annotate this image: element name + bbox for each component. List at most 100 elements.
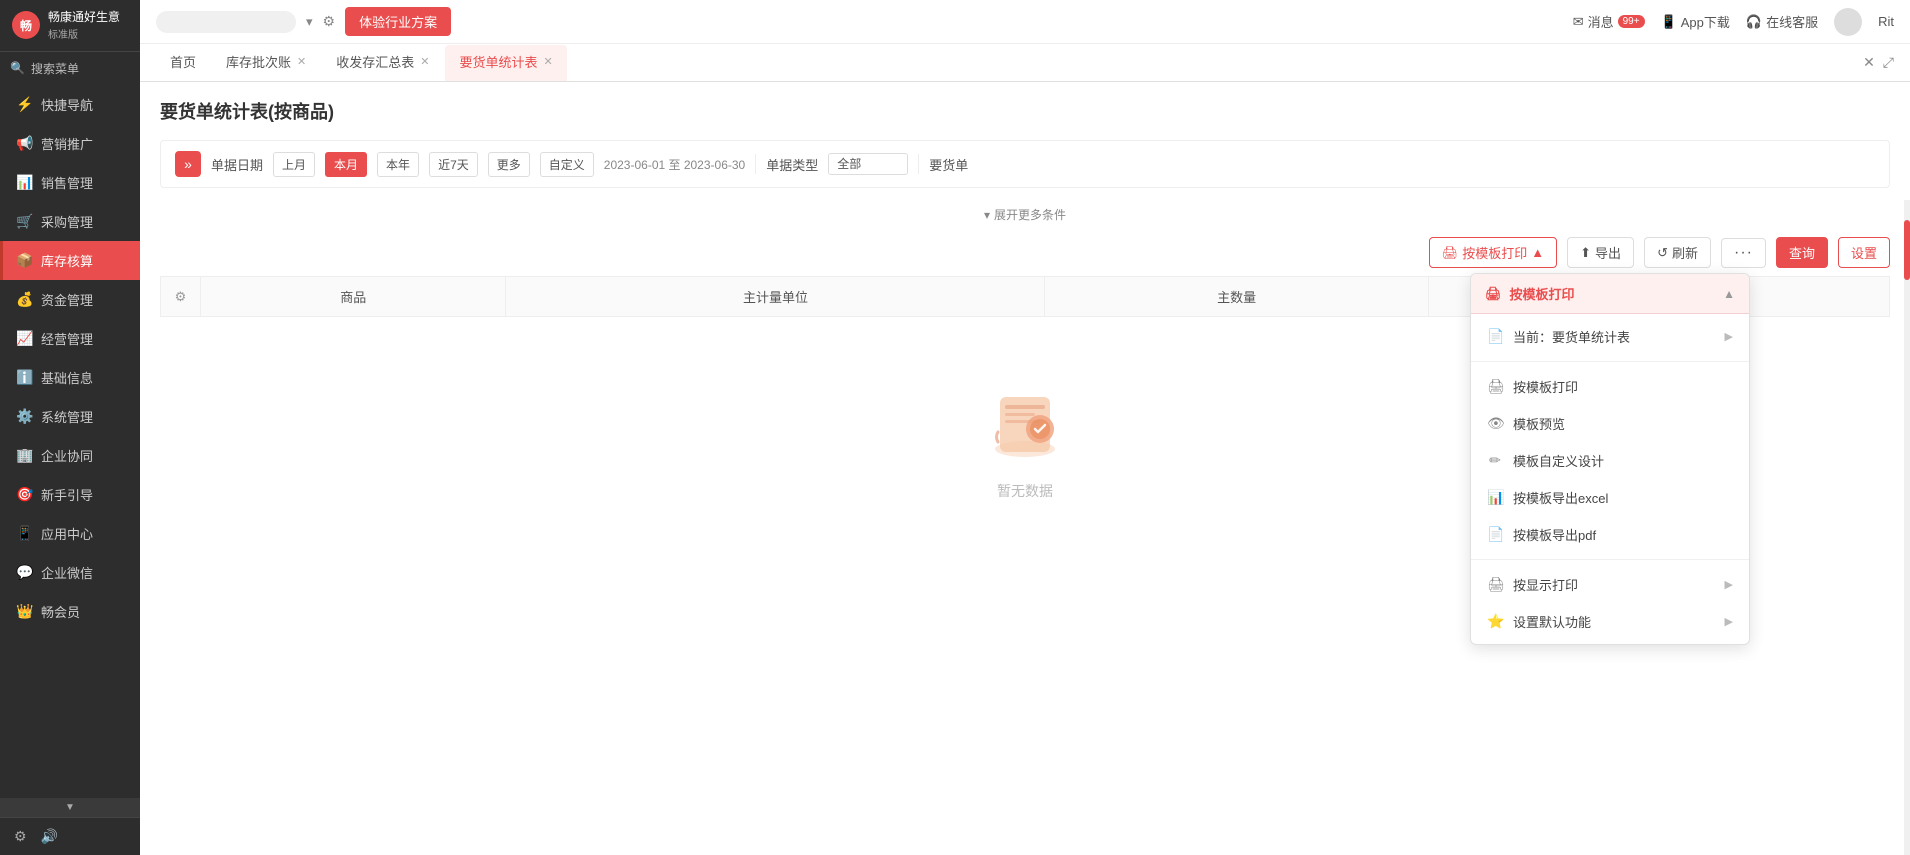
tabs-right: ✕ ⤢ [1863, 54, 1894, 71]
empty-text: 暂无数据 [997, 481, 1053, 501]
main-area: ▾ ⚙ 体验行业方案 ✉ 消息 99+ 📱 App下载 🎧 在线客服 Rit 首… [140, 0, 1910, 855]
sidebar: 畅康通好生意 畅 畅康通好生意 标准版 🔍 搜索菜单 ⚡ 快捷导航 📢 营销推广… [0, 0, 140, 855]
settings-btn[interactable]: 设置 [1838, 237, 1890, 268]
tab-expand-icon[interactable]: ⤢ [1883, 54, 1894, 71]
table-th-settings: ⚙ [161, 277, 201, 317]
appstore-icon: 📱 [17, 525, 33, 541]
app-name-block: 畅康通好生意 标准版 [48, 10, 120, 41]
sidebar-item-finance[interactable]: 💰 资金管理 [0, 280, 140, 319]
query-btn[interactable]: 查询 [1776, 237, 1828, 268]
expand-more-btn[interactable]: ▾ 展开更多条件 [984, 206, 1066, 223]
tab-order-stats[interactable]: 要货单统计表 ✕ [445, 45, 566, 81]
sidebar-item-label: 畅会员 [41, 602, 80, 621]
dropdown-current-template[interactable]: 📄 当前：要货单统计表 ▶ [1471, 318, 1749, 355]
date-btn-custom[interactable]: 自定义 [540, 152, 594, 177]
template-print-btn[interactable]: 🖨 按模板打印 ▲ [1429, 237, 1557, 268]
date-btn-current-year[interactable]: 本年 [377, 152, 419, 177]
dropdown-header-title: 🖨 按模板打印 [1485, 284, 1575, 303]
app-download-btn[interactable]: 📱 App下载 [1661, 12, 1730, 31]
dropdown-section-current: 📄 当前：要货单统计表 ▶ [1471, 314, 1749, 359]
date-btn-current-month[interactable]: 本月 [325, 152, 367, 177]
type-filter-select[interactable]: 全部 要货单 [828, 153, 908, 175]
trial-btn[interactable]: 体验行业方案 [345, 7, 451, 36]
sidebar-item-inventory[interactable]: 📦 库存核算 [0, 241, 140, 280]
date-btn-last-month[interactable]: 上月 [273, 152, 315, 177]
user-avatar[interactable] [1834, 8, 1862, 36]
settings-footer-icon[interactable]: ⚙ [14, 828, 27, 845]
topbar-search-input[interactable] [156, 11, 296, 33]
date-btn-7days[interactable]: 近7天 [429, 152, 478, 177]
online-service-btn[interactable]: 🎧 在线客服 [1746, 12, 1818, 31]
tab-collection-summary[interactable]: 收发存汇总表 ✕ [322, 45, 443, 81]
dropdown-item-template-print[interactable]: 🖨 按模板打印 [1471, 368, 1749, 405]
page-container: 要货单统计表(按商品) » 单据日期 上月 本月 本年 近7天 更多 自定义 2… [140, 82, 1910, 855]
empty-illustration [980, 377, 1070, 467]
refresh-icon: ↺ [1657, 245, 1668, 261]
sidebar-scroll-down[interactable]: ▼ [0, 798, 140, 817]
tab-collection-summary-label: 收发存汇总表 [336, 52, 414, 71]
tab-inventory-batch[interactable]: 库存批次账 ✕ [212, 45, 320, 81]
tab-home[interactable]: 首页 [156, 45, 210, 81]
dropdown-divider-2 [1471, 559, 1749, 560]
date-btn-more[interactable]: 更多 [488, 152, 530, 177]
refresh-btn-label: 刷新 [1672, 243, 1698, 262]
action-bar: 🖨 按模板打印 ▲ 📄 当前：要货单统计表 ▶ [160, 237, 1890, 268]
sidebar-item-label: 应用中心 [41, 524, 93, 543]
sidebar-item-label: 资金管理 [41, 290, 93, 309]
sales-icon: 📊 [17, 174, 33, 190]
dropdown-item-template-preview[interactable]: 👁 模板预览 [1471, 405, 1749, 442]
more-dots-btn[interactable]: ··· [1721, 238, 1766, 268]
tab-close-window-icon[interactable]: ✕ [1863, 54, 1875, 71]
sidebar-item-label: 新手引导 [41, 485, 93, 504]
marketing-icon: 📢 [17, 135, 33, 151]
topbar-right: ✉ 消息 99+ 📱 App下载 🎧 在线客服 Rit [1573, 8, 1894, 36]
template-preview-icon: 👁 [1487, 415, 1503, 432]
sidebar-item-appstore[interactable]: 📱 应用中心 [0, 514, 140, 553]
dropdown-item-template-custom[interactable]: ✏ 模板自定义设计 [1471, 442, 1749, 479]
sidebar-item-quicknav[interactable]: ⚡ 快捷导航 [0, 85, 140, 124]
template-print-icon: 🖨 [1487, 378, 1503, 395]
tab-inventory-batch-close[interactable]: ✕ [297, 55, 306, 68]
template-print-dropdown: 🖨 按模板打印 ▲ 📄 当前：要货单统计表 ▶ [1470, 273, 1750, 645]
template-custom-icon: ✏ [1487, 452, 1503, 469]
inventory-icon: 📦 [17, 252, 33, 268]
sidebar-item-sales[interactable]: 📊 销售管理 [0, 163, 140, 202]
export-pdf-label: 按模板导出pdf [1513, 525, 1596, 544]
dropdown-item-export-excel[interactable]: 📊 按模板导出excel [1471, 479, 1749, 516]
refresh-btn[interactable]: ↺ 刷新 [1644, 237, 1711, 268]
sidebar-item-basic[interactable]: ℹ️ 基础信息 [0, 358, 140, 397]
sidebar-item-label: 经营管理 [41, 329, 93, 348]
tab-order-stats-close[interactable]: ✕ [544, 55, 553, 68]
notification-icon: ✉ [1573, 14, 1584, 30]
dropdown-item-export-pdf[interactable]: 📄 按模板导出pdf [1471, 516, 1749, 553]
sidebar-item-system[interactable]: ⚙️ 系统管理 [0, 397, 140, 436]
audio-footer-icon[interactable]: 🔊 [41, 828, 58, 845]
export-btn[interactable]: ⬆ 导出 [1567, 237, 1634, 268]
table-settings-icon[interactable]: ⚙ [175, 289, 187, 304]
sidebar-item-member[interactable]: 👑 畅会员 [0, 592, 140, 631]
purchase-icon: 🛒 [17, 213, 33, 229]
sidebar-item-newbie[interactable]: 🎯 新手引导 [0, 475, 140, 514]
operation-icon: 📈 [17, 330, 33, 346]
tab-collection-summary-close[interactable]: ✕ [420, 55, 429, 68]
topbar-gear-icon[interactable]: ⚙ [323, 13, 336, 30]
topbar-dropdown-arrow[interactable]: ▾ [306, 14, 313, 30]
dropdown-set-default[interactable]: ⭐ 设置默认功能 ▶ [1471, 603, 1749, 640]
sidebar-item-purchase[interactable]: 🛒 采购管理 [0, 202, 140, 241]
sidebar-item-marketing[interactable]: 📢 营销推广 [0, 124, 140, 163]
sidebar-item-label: 企业协同 [41, 446, 93, 465]
dropdown-display-print[interactable]: 🖨 按显示打印 ▶ [1471, 566, 1749, 603]
order-filter-label: 要货单 [929, 155, 968, 174]
export-excel-label: 按模板导出excel [1513, 488, 1608, 507]
sidebar-search[interactable]: 🔍 搜索菜单 [0, 52, 140, 85]
notification-btn[interactable]: ✉ 消息 99+ [1573, 12, 1645, 31]
sidebar-footer: ⚙ 🔊 [0, 817, 140, 855]
sidebar-item-enterprise[interactable]: 🏢 企业协同 [0, 436, 140, 475]
sidebar-item-operation[interactable]: 📈 经营管理 [0, 319, 140, 358]
sidebar-item-wechat[interactable]: 💬 企业微信 [0, 553, 140, 592]
display-print-label: 按显示打印 [1513, 575, 1578, 594]
filter-expand-btn[interactable]: » [175, 151, 201, 177]
phone-icon: 📱 [1661, 14, 1677, 30]
dropdown-collapse-icon[interactable]: ▲ [1723, 287, 1735, 301]
right-scrollbar[interactable] [1904, 200, 1910, 855]
